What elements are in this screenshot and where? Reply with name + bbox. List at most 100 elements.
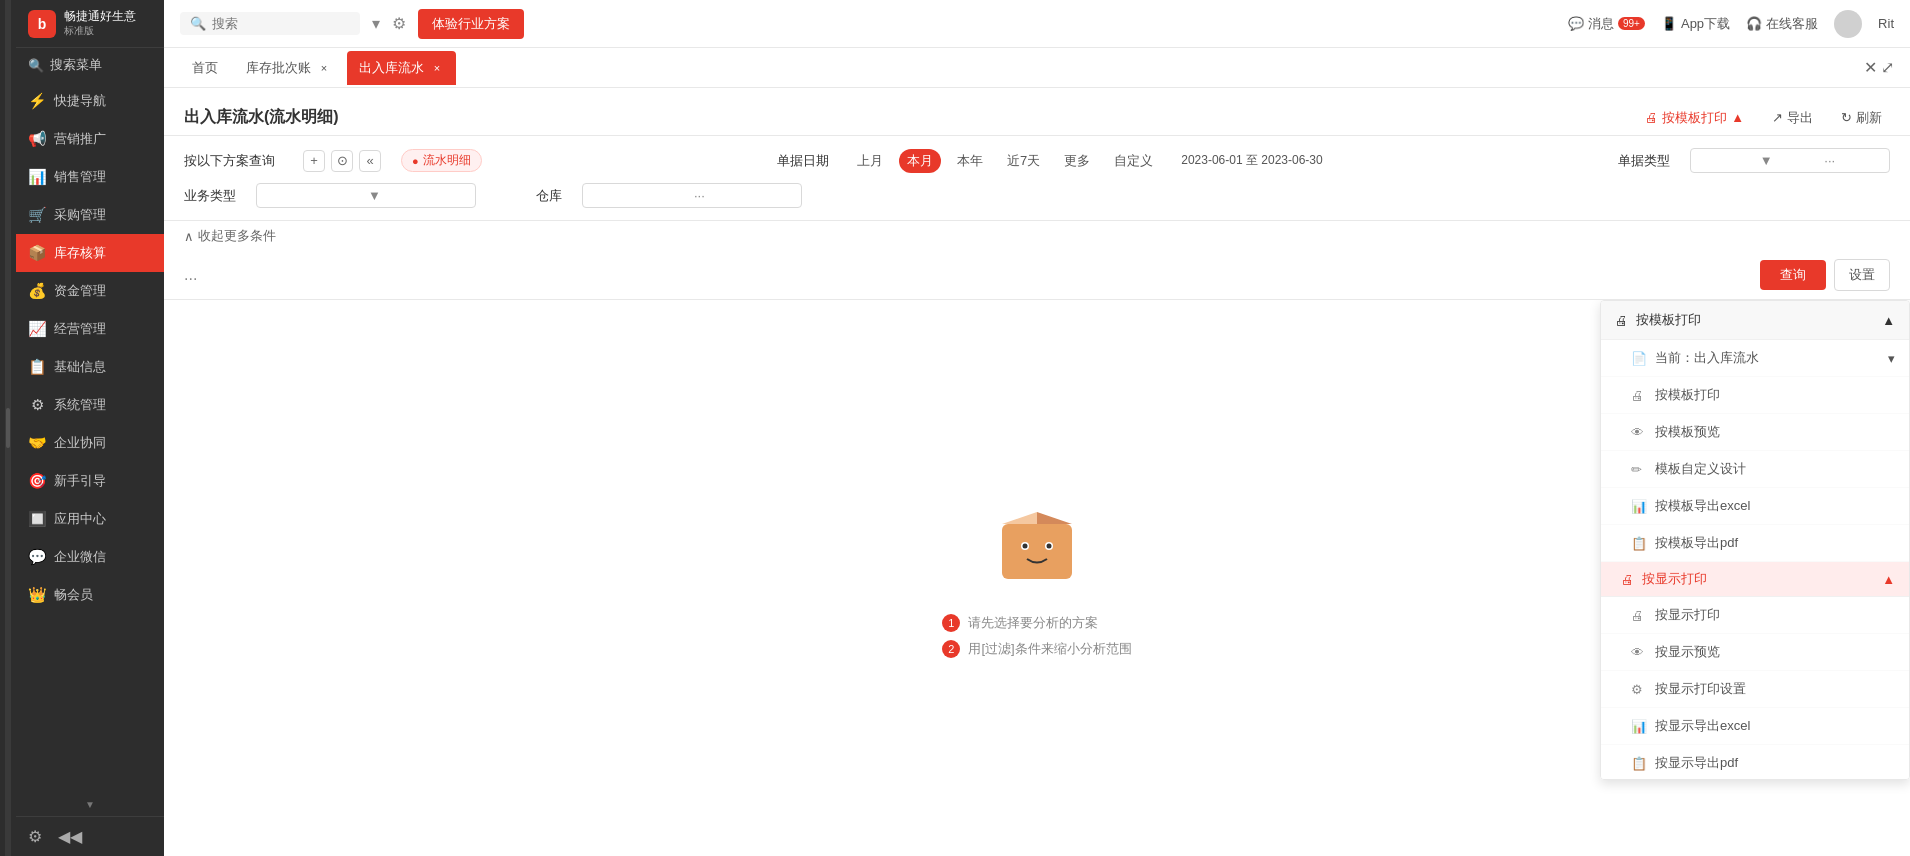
active-filter-tag[interactable]: ● 流水明细 — [401, 149, 482, 172]
search-menu-btn[interactable]: 🔍 搜索菜单 — [16, 48, 164, 82]
sidebar-item-purchase[interactable]: 🛒 采购管理 — [16, 196, 164, 234]
more-actions-btn[interactable]: ... — [184, 266, 197, 284]
sidebar-item-finance[interactable]: 💰 资金管理 — [16, 272, 164, 310]
date-option-this-year[interactable]: 本年 — [949, 149, 991, 173]
online-service-label: 在线客服 — [1766, 15, 1818, 33]
refresh-btn[interactable]: ↻ 刷新 — [1833, 105, 1890, 131]
sidebar-scroll-strip — [0, 0, 16, 856]
design-icon: ✏ — [1631, 462, 1647, 477]
setting-btn[interactable]: 设置 — [1834, 259, 1890, 291]
sidebar-item-app-center[interactable]: 🔲 应用中心 — [16, 500, 164, 538]
window-close-btn[interactable]: ✕ — [1864, 58, 1877, 77]
search-icon: 🔍 — [190, 16, 206, 31]
pdf-icon: 📋 — [1631, 536, 1647, 551]
sidebar-item-quick-nav[interactable]: ⚡ 快捷导航 — [16, 82, 164, 120]
export-btn[interactable]: ↗ 导出 — [1764, 105, 1821, 131]
app-download-label: App下载 — [1681, 15, 1730, 33]
date-option-this-month[interactable]: 本月 — [899, 149, 941, 173]
tab-home[interactable]: 首页 — [180, 53, 230, 83]
tab-close-btn[interactable]: × — [317, 61, 331, 75]
message-badge: 99+ — [1618, 17, 1645, 30]
printer-icon: 🖨 — [1615, 313, 1628, 328]
dp-template-custom-item[interactable]: ✏ 模板自定义设计 — [1601, 451, 1909, 488]
user-avatar[interactable] — [1834, 10, 1862, 38]
sidebar-item-enterprise-wechat[interactable]: 💬 企业微信 — [16, 538, 164, 576]
filter-add-btn[interactable]: + — [303, 150, 325, 172]
dp-display-preview-item[interactable]: 👁 按显示预览 — [1601, 634, 1909, 671]
footer-settings-btn[interactable]: ⚙ — [28, 827, 42, 846]
filter-settings-btn[interactable]: ⊙ — [331, 150, 353, 172]
chevron-up-icon2: ∧ — [184, 229, 194, 244]
print-template-btn[interactable]: 🖨 按模板打印 ▲ — [1637, 105, 1752, 131]
sidebar-item-label: 快捷导航 — [54, 92, 106, 110]
dp-display-print-label: 按显示打印 — [1642, 570, 1707, 588]
dp-template-pdf-item[interactable]: 📋 按模板导出pdf — [1601, 525, 1909, 562]
sidebar-item-marketing[interactable]: 📢 营销推广 — [16, 120, 164, 158]
sidebar-item-system[interactable]: ⚙ 系统管理 — [16, 386, 164, 424]
online-service-btn[interactable]: 🎧 在线客服 — [1746, 15, 1818, 33]
dp-display-excel-item[interactable]: 📊 按显示导出excel — [1601, 708, 1909, 745]
filter-label: 按以下方案查询 — [184, 152, 275, 170]
industry-solution-btn[interactable]: 体验行业方案 — [418, 9, 524, 39]
sidebar-item-basic[interactable]: 📋 基础信息 — [16, 348, 164, 386]
collapse-more-btn[interactable]: ∧ 收起更多条件 — [164, 221, 1910, 251]
sidebar-item-enterprise[interactable]: 🤝 企业协同 — [16, 424, 164, 462]
query-btn[interactable]: 查询 — [1760, 260, 1826, 290]
main-area: 🔍 ▾ ⚙ 体验行业方案 💬 消息 99+ 📱 App下载 🎧 在线客服 Rit — [164, 0, 1910, 856]
dp-display-pdf-item[interactable]: 📋 按显示导出pdf — [1601, 745, 1909, 780]
date-option-more[interactable]: 更多 — [1056, 149, 1098, 173]
tag-filter: ● 流水明细 — [401, 149, 482, 172]
purchase-icon: 🛒 — [28, 206, 46, 224]
business-type-select[interactable]: ▼ — [256, 183, 476, 208]
sidebar-item-inventory[interactable]: 📦 库存核算 — [16, 234, 164, 272]
doc-type-select[interactable]: ▼ ··· — [1690, 148, 1890, 173]
dp-template-excel-item[interactable]: 📊 按模板导出excel — [1601, 488, 1909, 525]
window-maximize-btn[interactable]: ⤢ — [1881, 58, 1894, 77]
step-2: 2 用[过滤]条件来缩小分析范围 — [942, 636, 1131, 662]
box-flap-left — [1002, 512, 1037, 524]
dp-template-preview-item[interactable]: 👁 按模板预览 — [1601, 414, 1909, 451]
box-body — [1002, 524, 1072, 579]
dp-template-print-item[interactable]: 🖨 按模板打印 — [1601, 377, 1909, 414]
step-2-label: 用[过滤]条件来缩小分析范围 — [968, 636, 1131, 662]
sidebar-item-operations[interactable]: 📈 经营管理 — [16, 310, 164, 348]
sidebar-item-member[interactable]: 👑 畅会员 — [16, 576, 164, 614]
preview-icon2: 👁 — [1631, 645, 1647, 660]
empty-svg — [987, 494, 1087, 584]
sidebar-item-sales[interactable]: 📊 销售管理 — [16, 158, 164, 196]
dp-current-template[interactable]: 📄 当前：出入库流水 ▾ — [1601, 340, 1909, 377]
pdf-icon2: 📋 — [1631, 756, 1647, 771]
tab-label: 库存批次账 — [246, 59, 311, 77]
action-row: ... 查询 设置 — [164, 251, 1910, 300]
dp-display-print-settings-item[interactable]: ⚙ 按显示打印设置 — [1601, 671, 1909, 708]
sidebar-item-guide[interactable]: 🎯 新手引导 — [16, 462, 164, 500]
dp-display-print-settings-label: 按显示打印设置 — [1655, 680, 1746, 698]
search-input[interactable] — [212, 16, 332, 31]
print-template-label: 按模板打印 — [1662, 109, 1727, 127]
date-option-custom[interactable]: 自定义 — [1106, 149, 1161, 173]
tab-batch-account[interactable]: 库存批次账 × — [234, 51, 343, 85]
date-option-last-month[interactable]: 上月 — [849, 149, 891, 173]
main-page-area: 1 请先选择要分析的方案 2 用[过滤]条件来缩小分析范围 🖨 按模板打印 — [164, 300, 1910, 856]
app-download-btn[interactable]: 📱 App下载 — [1661, 15, 1730, 33]
dp-display-print-header[interactable]: 🖨 按显示打印 ▲ — [1601, 562, 1909, 597]
dp-template-custom-label: 模板自定义设计 — [1655, 460, 1746, 478]
sidebar-item-label: 新手引导 — [54, 472, 106, 490]
date-option-7days[interactable]: 近7天 — [999, 149, 1048, 173]
dp-template-preview-label: 按模板预览 — [1655, 423, 1720, 441]
basic-icon: 📋 — [28, 358, 46, 376]
topbar-dropdown-btn[interactable]: ▾ — [372, 14, 380, 33]
dp-display-print-item[interactable]: 🖨 按显示打印 — [1601, 597, 1909, 634]
box-flap-right — [1037, 512, 1072, 524]
chevron-up-icon: ▲ — [1731, 110, 1744, 125]
topbar: 🔍 ▾ ⚙ 体验行业方案 💬 消息 99+ 📱 App下载 🎧 在线客服 Rit — [164, 0, 1910, 48]
warehouse-select[interactable]: ··· — [582, 183, 802, 208]
filter-collapse-btn[interactable]: « — [359, 150, 381, 172]
footer-collapse-btn[interactable]: ◀◀ — [58, 827, 82, 846]
message-btn[interactable]: 💬 消息 99+ — [1568, 15, 1645, 33]
topbar-search-box[interactable]: 🔍 — [180, 12, 360, 35]
tab-inventory-flow[interactable]: 出入库流水 × — [347, 51, 456, 85]
tab-close-btn[interactable]: × — [430, 61, 444, 75]
dp-header-template-print[interactable]: 🖨 按模板打印 ▲ — [1601, 301, 1909, 340]
topbar-settings-btn[interactable]: ⚙ — [392, 14, 406, 33]
